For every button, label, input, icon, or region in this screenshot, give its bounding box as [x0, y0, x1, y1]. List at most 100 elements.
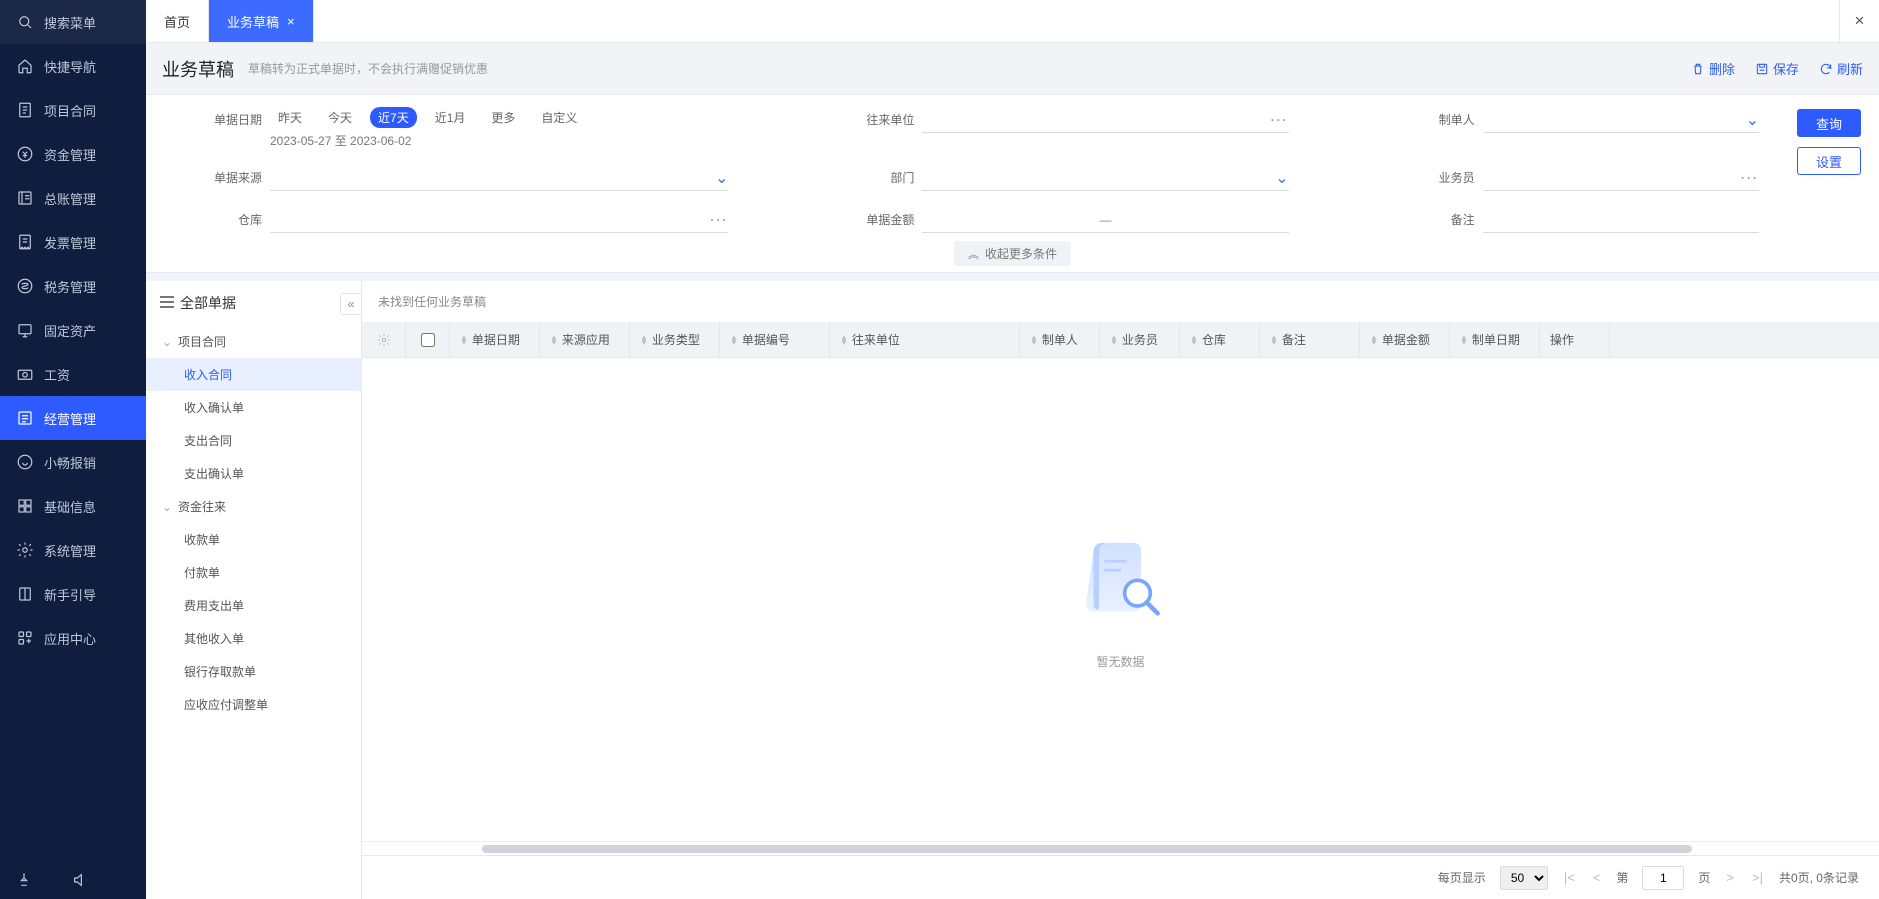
sidebar-label: 小畅报销: [44, 453, 96, 472]
sales-input[interactable]: [1483, 165, 1759, 191]
warehouse-input[interactable]: [270, 207, 728, 233]
date-range: 2023-05-27 至 2023-06-02: [270, 132, 728, 149]
maker-input[interactable]: [1483, 107, 1759, 133]
filter-panel: 查询 设置 单据日期 昨天 今天 近7天 近1月 更多 自定义: [146, 95, 1879, 273]
cat-item[interactable]: 收入确认单: [146, 391, 361, 424]
save-label: 保存: [1773, 59, 1799, 78]
sidebar-item-fixed-asset[interactable]: 固定资产: [0, 308, 146, 352]
dq-today[interactable]: 今天: [320, 107, 360, 128]
dq-last7[interactable]: 近7天: [370, 107, 417, 128]
sidebar-item-project-contract[interactable]: 项目合同: [0, 88, 146, 132]
sort-icon: ▲▼: [1370, 335, 1378, 345]
column-settings[interactable]: [362, 322, 406, 357]
dq-yesterday[interactable]: 昨天: [270, 107, 310, 128]
cat-item[interactable]: 费用支出单: [146, 589, 361, 622]
partner-input[interactable]: [922, 107, 1288, 133]
sidebar-item-system[interactable]: 系统管理: [0, 528, 146, 572]
sidebar-item-invoice[interactable]: 发票管理: [0, 220, 146, 264]
cat-group-1[interactable]: 资金往来: [146, 490, 361, 523]
cat-group-0[interactable]: 项目合同: [146, 325, 361, 358]
close-all-tabs[interactable]: ×: [1839, 0, 1879, 42]
dept-input[interactable]: [922, 165, 1288, 191]
panel-collapse-icon[interactable]: «: [340, 293, 362, 315]
col-1[interactable]: ▲▼来源应用: [540, 322, 630, 357]
dq-custom[interactable]: 自定义: [533, 107, 585, 128]
cat-item[interactable]: 支出合同: [146, 424, 361, 457]
sidebar-footer: [0, 863, 146, 899]
refresh-action[interactable]: 刷新: [1819, 59, 1863, 78]
source-input[interactable]: [270, 165, 728, 191]
tab-home-label: 首页: [164, 12, 190, 31]
col-7[interactable]: ▲▼仓库: [1180, 322, 1260, 357]
amount-input[interactable]: —: [922, 207, 1288, 233]
col-9[interactable]: ▲▼单据金额: [1360, 322, 1450, 357]
col-8[interactable]: ▲▼备注: [1260, 322, 1360, 357]
col-2[interactable]: ▲▼业务类型: [630, 322, 720, 357]
settings-button[interactable]: 设置: [1797, 147, 1861, 175]
page-next[interactable]: >: [1724, 870, 1736, 885]
label-warehouse: 仓库: [176, 207, 262, 228]
cat-item[interactable]: 收入合同: [146, 358, 361, 391]
tab-business-draft[interactable]: 业务草稿 ×: [209, 0, 314, 42]
page-prev[interactable]: <: [1591, 870, 1603, 885]
sort-icon: ▲▼: [460, 335, 468, 345]
delete-action[interactable]: 删除: [1691, 59, 1735, 78]
col-5[interactable]: ▲▼制单人: [1020, 322, 1100, 357]
category-panel: « 全部单据 项目合同收入合同收入确认单支出合同支出确认单资金往来收款单付款单费…: [146, 281, 362, 899]
col-0[interactable]: ▲▼单据日期: [450, 322, 540, 357]
col-6[interactable]: ▲▼业务员: [1100, 322, 1180, 357]
sidebar-item-tax[interactable]: 税务管理: [0, 264, 146, 308]
cat-item[interactable]: 收款单: [146, 523, 361, 556]
page-input[interactable]: [1642, 866, 1684, 890]
page-last[interactable]: >|: [1750, 870, 1765, 885]
footer-pin-icon[interactable]: [16, 872, 32, 891]
sidebar-item-base-info[interactable]: 基础信息: [0, 484, 146, 528]
category-header[interactable]: 全部单据: [146, 281, 361, 325]
tab-home[interactable]: 首页: [146, 0, 209, 42]
sidebar-label: 应用中心: [44, 629, 96, 648]
col-11[interactable]: 操作: [1540, 322, 1610, 357]
chevron-down-icon: [1746, 110, 1759, 130]
sidebar-item-appcenter[interactable]: 应用中心: [0, 616, 146, 660]
page-subtitle: 草稿转为正式单据时，不会执行满赠促销优惠: [248, 60, 488, 77]
doc-icon: [16, 101, 34, 119]
page-title: 业务草稿: [162, 56, 234, 82]
cat-item[interactable]: 其他收入单: [146, 622, 361, 655]
cat-item[interactable]: 支出确认单: [146, 457, 361, 490]
sidebar-item-ledger[interactable]: 总账管理: [0, 176, 146, 220]
sidebar-item-fund-mgmt[interactable]: 资金管理: [0, 132, 146, 176]
collapse-filter[interactable]: 收起更多条件: [954, 241, 1071, 266]
col-10[interactable]: ▲▼制单日期: [1450, 322, 1540, 357]
dq-more[interactable]: 更多: [483, 107, 523, 128]
horizontal-scrollbar[interactable]: [362, 841, 1879, 855]
label-remark: 备注: [1389, 207, 1475, 228]
dq-last-month[interactable]: 近1月: [427, 107, 474, 128]
list-icon: [16, 409, 34, 427]
remark-input[interactable]: [1483, 207, 1759, 233]
cat-item[interactable]: 银行存取款单: [146, 655, 361, 688]
col-3[interactable]: ▲▼单据编号: [720, 322, 830, 357]
label-dept: 部门: [828, 165, 914, 186]
cat-item[interactable]: 付款单: [146, 556, 361, 589]
sidebar-label: 资金管理: [44, 145, 96, 164]
cat-item[interactable]: 应收应付调整单: [146, 688, 361, 721]
sidebar-label: 基础信息: [44, 497, 96, 516]
tax-icon: [16, 277, 34, 295]
select-all-checkbox[interactable]: [406, 322, 450, 357]
sidebar-item-xiaochang[interactable]: 小畅报销: [0, 440, 146, 484]
per-page-select[interactable]: 50: [1500, 866, 1548, 890]
ledger-icon: [16, 189, 34, 207]
sidebar-item-search-menu[interactable]: 搜索菜单: [0, 0, 146, 44]
label-source: 单据来源: [176, 165, 262, 186]
sidebar-item-salary[interactable]: 工资: [0, 352, 146, 396]
empty-text: 暂无数据: [1096, 653, 1144, 670]
col-4[interactable]: ▲▼往来单位: [830, 322, 1020, 357]
sidebar-item-quick-nav[interactable]: 快捷导航: [0, 44, 146, 88]
save-action[interactable]: 保存: [1755, 59, 1799, 78]
sidebar-item-guide[interactable]: 新手引导: [0, 572, 146, 616]
sidebar-item-business-mgmt[interactable]: 经营管理: [0, 396, 146, 440]
query-button[interactable]: 查询: [1797, 109, 1861, 137]
page-first[interactable]: |<: [1562, 870, 1577, 885]
footer-sound-icon[interactable]: [72, 872, 88, 891]
tab-close-icon[interactable]: ×: [287, 14, 295, 29]
